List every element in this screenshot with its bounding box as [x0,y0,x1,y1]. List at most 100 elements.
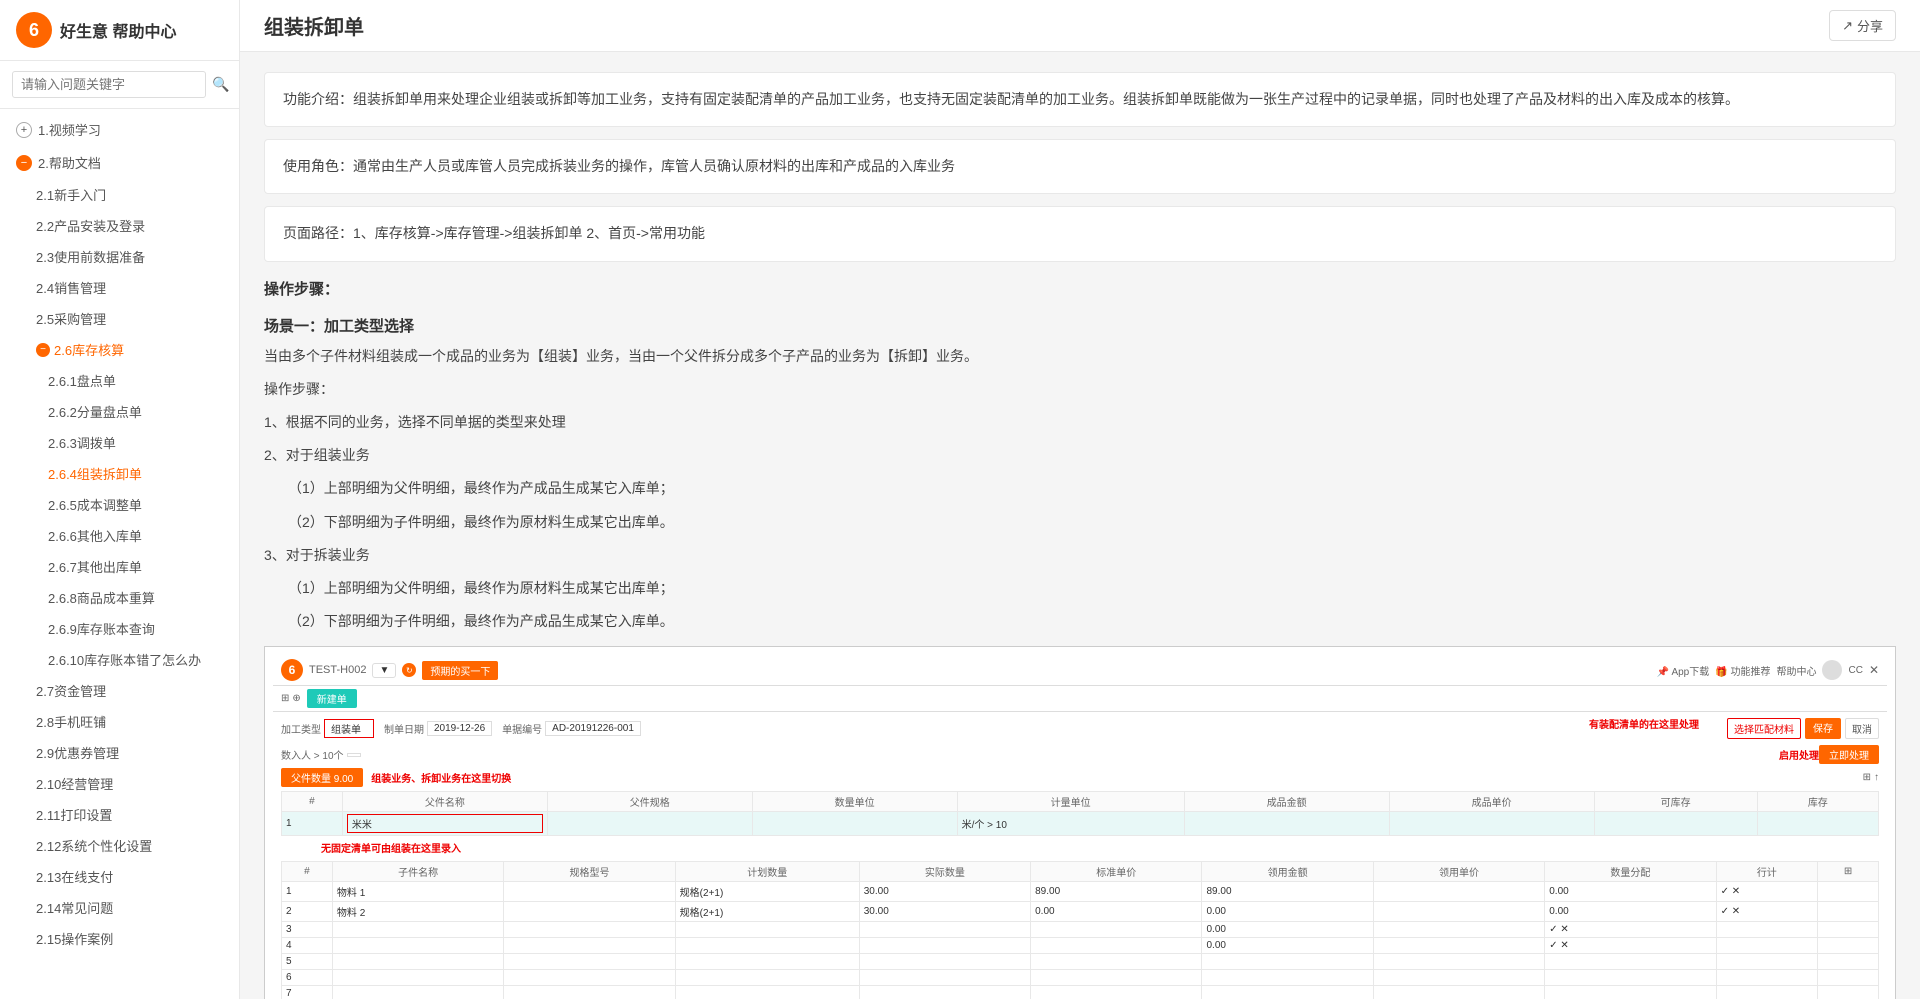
sidebar-item-2-13[interactable]: 2.13在线支付 [0,861,239,892]
sidebar-item-2-3[interactable]: 2.3使用前数据准备 [0,241,239,272]
mock-action-btns: 选择匹配材料 保存 取消 [1727,718,1879,739]
mock-left-nav-icons: ⊞ ⊕ [281,693,301,704]
intro-block: 功能介绍：组装拆卸单用来处理企业组装或拆卸等加工业务，支持有固定装配清单的产品加… [264,72,1896,127]
main-area: 组装拆卸单 ↗ 分享 功能介绍：组装拆卸单用来处理企业组装或拆卸等加工业务，支持… [240,0,1920,999]
sub-item-label: 2.3使用前数据准备 [36,250,145,265]
sub-item-label: 2.4销售管理 [36,281,106,296]
sidebar-item-2-5[interactable]: 2.5采购管理 [0,303,239,334]
annotation1: 有装配清单的在这里处理 [1589,716,1699,731]
mock-dropdown: ▼ [372,663,396,678]
annotation3: 启用处理 [1779,747,1819,762]
sidebar-item-2-14[interactable]: 2.14常见问题 [0,892,239,923]
content-area: 功能介绍：组装拆卸单用来处理企业组装或拆卸等加工业务，支持有固定装配清单的产品加… [240,52,1920,999]
sidebar-item-2-6[interactable]: − 2.6库存核算 [0,334,239,365]
annotation5: 无固定清单可由组装在这里录入 [321,840,1879,855]
step2-2-text: （2）下部明细为子件明细，最终作为原材料生成某它出库单。 [288,510,1896,535]
search-box: 🔍 [0,61,239,109]
brand-name: 好生意 帮助中心 [60,18,176,42]
mock-parent-table-body: 1 米米 米/个 > 10 [282,812,1879,836]
sidebar-item-label: 1.视频学习 [38,120,101,139]
mock-close-icon: ✕ [1869,663,1879,677]
sidebar-item-2-9[interactable]: 2.9优惠券管理 [0,737,239,768]
steps-heading: 操作步骤： [264,278,1896,299]
sidebar-header: 6 好生意 帮助中心 [0,0,239,61]
mock-num-field: 数入人 > 10个 [281,747,361,762]
table-row: 1 物料 1 规格(2+1) 30.00 89.00 89.00 0.00 ✓ … [282,882,1879,902]
sidebar-item-2-12[interactable]: 2.12系统个性化设置 [0,830,239,861]
sub-item-label: 2.8手机旺铺 [36,715,106,730]
sidebar-item-2-11[interactable]: 2.11打印设置 [0,799,239,830]
mock-form-area: 加工类型 组装单 制单日期 2019-12-26 单据编号 [273,712,1887,999]
sidebar-item-2-10[interactable]: 2.10经营管理 [0,768,239,799]
annotation4: 组装业务、拆卸业务在这里切换 [371,770,511,785]
sub-item-label: 2.2产品安装及登录 [36,219,145,234]
logo-icon: 6 [16,12,52,48]
path-block: 页面路径：1、库存核算->库存管理->组装拆卸单 2、首页->常用功能 [264,206,1896,261]
sidebar-item-2-2[interactable]: 2.2产品安装及登录 [0,210,239,241]
sidebar-item-2-6-8[interactable]: 2.6.8商品成本重算 [0,582,239,613]
mock-save-btn: 保存 [1805,718,1841,739]
sub-item-label: 2.12系统个性化设置 [36,839,152,854]
role-text: 使用角色：通常由生产人员或库管人员完成拆装业务的操作，库管人员确认原材料的出库和… [283,158,955,174]
mock-tab-new: 预期的买一下 [422,661,498,680]
sidebar-item-2-6-4[interactable]: 2.6.4组装拆卸单 [0,458,239,489]
sidebar-item-2-7[interactable]: 2.7资金管理 [0,675,239,706]
sub-item-label: 2.15操作案例 [36,932,113,947]
sidebar-item-2-15[interactable]: 2.15操作案例 [0,923,239,954]
screenshot-container: 6 TEST-H002 ▼ ↻ 预期的买一下 📌 App下载 🎁 功能推荐 帮助… [264,646,1896,999]
table-row: 3 0.00 ✓ ✕ [282,922,1879,938]
sidebar-item-2-6-10[interactable]: 2.6.10库存账本错了怎么办 [0,644,239,675]
sub-item-label: 2.1新手入门 [36,188,106,203]
sidebar-item-2-6-5[interactable]: 2.6.5成本调整单 [0,489,239,520]
share-button[interactable]: ↗ 分享 [1829,10,1896,41]
sub-item-label: 2.5采购管理 [36,312,106,327]
sidebar-item-2-8[interactable]: 2.8手机旺铺 [0,706,239,737]
sidebar-item-2-1[interactable]: 2.1新手入门 [0,179,239,210]
sidebar: 6 好生意 帮助中心 🔍 + 1.视频学习 − 2.帮助文档 2.1新手入门 2… [0,0,240,999]
mock-no-input: AD-20191226-001 [545,721,641,736]
sub-item-label: 2.7资金管理 [36,684,106,699]
share-icon: ↗ [1842,18,1853,34]
mock-num-input [347,753,361,757]
sidebar-item-2-6-6[interactable]: 2.6.6其他入库单 [0,520,239,551]
mock-process-btn: 立即处理 [1819,745,1879,764]
sidebar-item-2-6-3[interactable]: 2.6.3调拨单 [0,427,239,458]
table-row: 5 [282,954,1879,970]
table-row: 1 米米 米/个 > 10 [282,812,1879,836]
mock-app-id: TEST-H002 [309,664,366,676]
scene1-heading: 场景一：加工类型选择 [264,315,1896,336]
step2-1-text: （1）上部明细为父件明细，最终作为产成品生成某它入库单； [288,476,1896,501]
step1-text: 1、根据不同的业务，选择不同单据的类型来处理 [264,410,1896,435]
mock-logo: 6 [281,659,303,681]
path-text: 页面路径：1、库存核算->库存管理->组装拆卸单 2、首页->常用功能 [283,225,705,241]
mock-form-row2: 数入人 > 10个 启用处理 立即处理 [281,745,1879,764]
mock-date-field: 制单日期 2019-12-26 [384,721,492,736]
sub-item-label: 2.9优惠券管理 [36,746,119,761]
top-bar: 组装拆卸单 ↗ 分享 [240,0,1920,52]
sidebar-item-2-6-7[interactable]: 2.6.7其他出库单 [0,551,239,582]
mock-cancel-btn: 取消 [1845,718,1879,739]
mock-sub-table-body: 1 物料 1 规格(2+1) 30.00 89.00 89.00 0.00 ✓ … [282,882,1879,999]
mock-form-row1: 加工类型 组装单 制单日期 2019-12-26 单据编号 [281,718,1879,739]
search-input[interactable] [12,71,206,98]
table-row: 6 [282,970,1879,986]
mock-match-btn: 选择匹配材料 [1727,718,1801,739]
sidebar-item-docs[interactable]: − 2.帮助文档 [0,146,239,179]
sidebar-item-2-6-9[interactable]: 2.6.9库存账本查询 [0,613,239,644]
sidebar-item-2-6-2[interactable]: 2.6.2分量盘点单 [0,396,239,427]
sidebar-item-2-6-1[interactable]: 2.6.1盘点单 [0,365,239,396]
scene1-title: 场景一：加工类型选择 [264,318,414,335]
step3-2-text: （2）下部明细为子件明细，最终作为产成品生成某它入库单。 [288,609,1896,634]
table-row: 2 物料 2 规格(2+1) 30.00 0.00 0.00 0.00 ✓ ✕ [282,902,1879,922]
expand-icon: + [16,122,32,138]
scene1-desc: 当由多个子件材料组装成一个成品的业务为【组装】业务，当由一个父件拆分成多个子产品… [264,344,1896,369]
sidebar-item-2-4[interactable]: 2.4销售管理 [0,272,239,303]
sidebar-item-videos[interactable]: + 1.视频学习 [0,113,239,146]
steps-intro-label: 操作步骤： [264,377,1896,402]
expand-icon-2-6: − [36,343,50,357]
mock-active-tab: 新建单 [307,689,357,708]
sub-item-label: 2.14常见问题 [36,901,113,916]
search-button[interactable]: 🔍 [212,76,229,93]
mock-section-btn: 父件数量 9.00 [281,768,363,787]
table-row: 4 0.00 ✓ ✕ [282,938,1879,954]
